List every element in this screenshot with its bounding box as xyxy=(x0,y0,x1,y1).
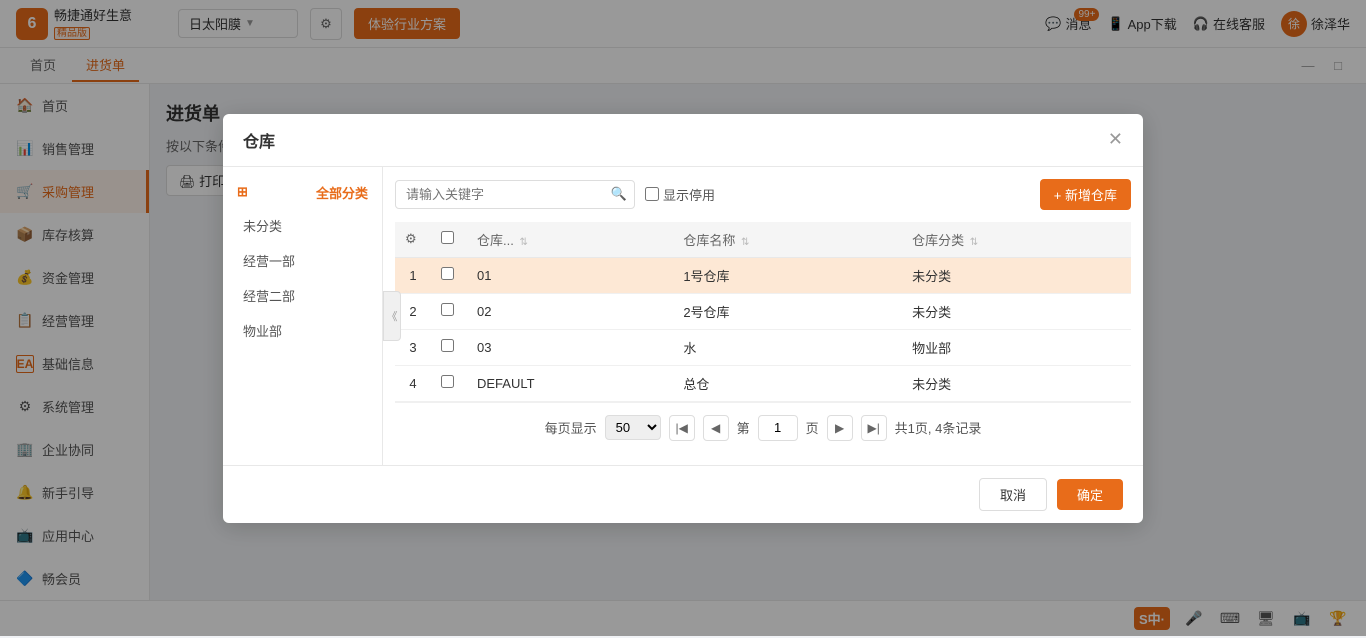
page-label: 第 xyxy=(737,418,750,437)
new-warehouse-button[interactable]: + 新增仓库 xyxy=(1040,179,1131,210)
category-property[interactable]: 物业部 xyxy=(223,313,382,348)
row-category: 物业部 xyxy=(902,329,1131,365)
warehouse-modal: 仓库 ✕ ⊞ 全部分类 未分类 经营一部 经营二部 物业部 《 xyxy=(223,114,1143,523)
select-all-checkbox[interactable] xyxy=(441,231,454,244)
category-ops2[interactable]: 经营二部 xyxy=(223,278,382,313)
modal-overlay: 仓库 ✕ ⊞ 全部分类 未分类 经营一部 经营二部 物业部 《 xyxy=(0,0,1366,636)
col-checkbox xyxy=(431,222,467,258)
row-name: 水 xyxy=(673,329,902,365)
pagination: 每页显示 50 100 |◀ ◀ 第 页 ▶ ▶| 共1页, 4条记录 xyxy=(395,402,1131,453)
row-checkbox-cell xyxy=(431,257,467,293)
row-code: 01 xyxy=(467,257,673,293)
row-checkbox[interactable] xyxy=(441,375,454,388)
collapse-panel-button[interactable]: 《 xyxy=(383,291,401,341)
row-checkbox[interactable] xyxy=(441,267,454,280)
warehouse-table: ⚙ 仓库... ⇅ 仓库名称 ⇅ 仓库分类 ⇅ 1 01 xyxy=(395,222,1131,402)
col-category: 仓库分类 ⇅ xyxy=(902,222,1131,258)
row-category: 未分类 xyxy=(902,293,1131,329)
last-page-button[interactable]: ▶| xyxy=(861,415,887,441)
table-container: ⚙ 仓库... ⇅ 仓库名称 ⇅ 仓库分类 ⇅ 1 01 xyxy=(395,222,1131,402)
per-page-select[interactable]: 50 100 xyxy=(605,415,661,440)
prev-page-button[interactable]: ◀ xyxy=(703,415,729,441)
col-code: 仓库... ⇅ xyxy=(467,222,673,258)
table-row[interactable]: 2 02 2号仓库 未分类 xyxy=(395,293,1131,329)
table-toolbar: 🔍 显示停用 + 新增仓库 xyxy=(395,179,1131,210)
category-panel: ⊞ 全部分类 未分类 经营一部 经营二部 物业部 《 xyxy=(223,167,383,465)
row-checkbox[interactable] xyxy=(441,339,454,352)
row-category: 未分类 xyxy=(902,365,1131,401)
page-input[interactable] xyxy=(758,415,798,441)
table-row[interactable]: 3 03 水 物业部 xyxy=(395,329,1131,365)
modal-title: 仓库 xyxy=(243,128,275,152)
col-gear: ⚙ xyxy=(395,222,431,258)
show-disabled-label: 显示停用 xyxy=(645,185,715,204)
row-name: 总仓 xyxy=(673,365,902,401)
all-categories-button[interactable]: ⊞ 全部分类 xyxy=(223,177,382,208)
per-page-label: 每页显示 xyxy=(545,418,597,437)
modal-close-button[interactable]: ✕ xyxy=(1108,129,1123,150)
confirm-button[interactable]: 确定 xyxy=(1057,479,1123,510)
show-disabled-checkbox[interactable] xyxy=(645,187,659,201)
row-num: 1 xyxy=(395,257,431,293)
search-wrap: 🔍 xyxy=(395,180,635,209)
next-page-button[interactable]: ▶ xyxy=(827,415,853,441)
table-header-row: ⚙ 仓库... ⇅ 仓库名称 ⇅ 仓库分类 ⇅ xyxy=(395,222,1131,258)
row-checkbox[interactable] xyxy=(441,303,454,316)
first-page-button[interactable]: |◀ xyxy=(669,415,695,441)
search-input[interactable] xyxy=(395,180,635,209)
table-row[interactable]: 1 01 1号仓库 未分类 xyxy=(395,257,1131,293)
page-unit: 页 xyxy=(806,418,819,437)
row-checkbox-cell xyxy=(431,329,467,365)
row-category: 未分类 xyxy=(902,257,1131,293)
table-panel: 🔍 显示停用 + 新增仓库 ⚙ xyxy=(383,167,1143,465)
modal-body: ⊞ 全部分类 未分类 经营一部 经营二部 物业部 《 🔍 xyxy=(223,167,1143,465)
modal-footer: 取消 确定 xyxy=(223,465,1143,523)
modal-header: 仓库 ✕ xyxy=(223,114,1143,167)
row-code: 03 xyxy=(467,329,673,365)
grid-icon: ⊞ xyxy=(237,184,248,200)
col-name: 仓库名称 ⇅ xyxy=(673,222,902,258)
row-name: 1号仓库 xyxy=(673,257,902,293)
row-checkbox-cell xyxy=(431,293,467,329)
category-uncategorized[interactable]: 未分类 xyxy=(223,208,382,243)
row-code: 02 xyxy=(467,293,673,329)
page-summary: 共1页, 4条记录 xyxy=(895,418,982,437)
cancel-button[interactable]: 取消 xyxy=(979,478,1047,511)
table-row[interactable]: 4 DEFAULT 总仓 未分类 xyxy=(395,365,1131,401)
row-name: 2号仓库 xyxy=(673,293,902,329)
category-ops1[interactable]: 经营一部 xyxy=(223,243,382,278)
row-code: DEFAULT xyxy=(467,365,673,401)
row-checkbox-cell xyxy=(431,365,467,401)
row-num: 4 xyxy=(395,365,431,401)
search-icon[interactable]: 🔍 xyxy=(611,186,627,202)
